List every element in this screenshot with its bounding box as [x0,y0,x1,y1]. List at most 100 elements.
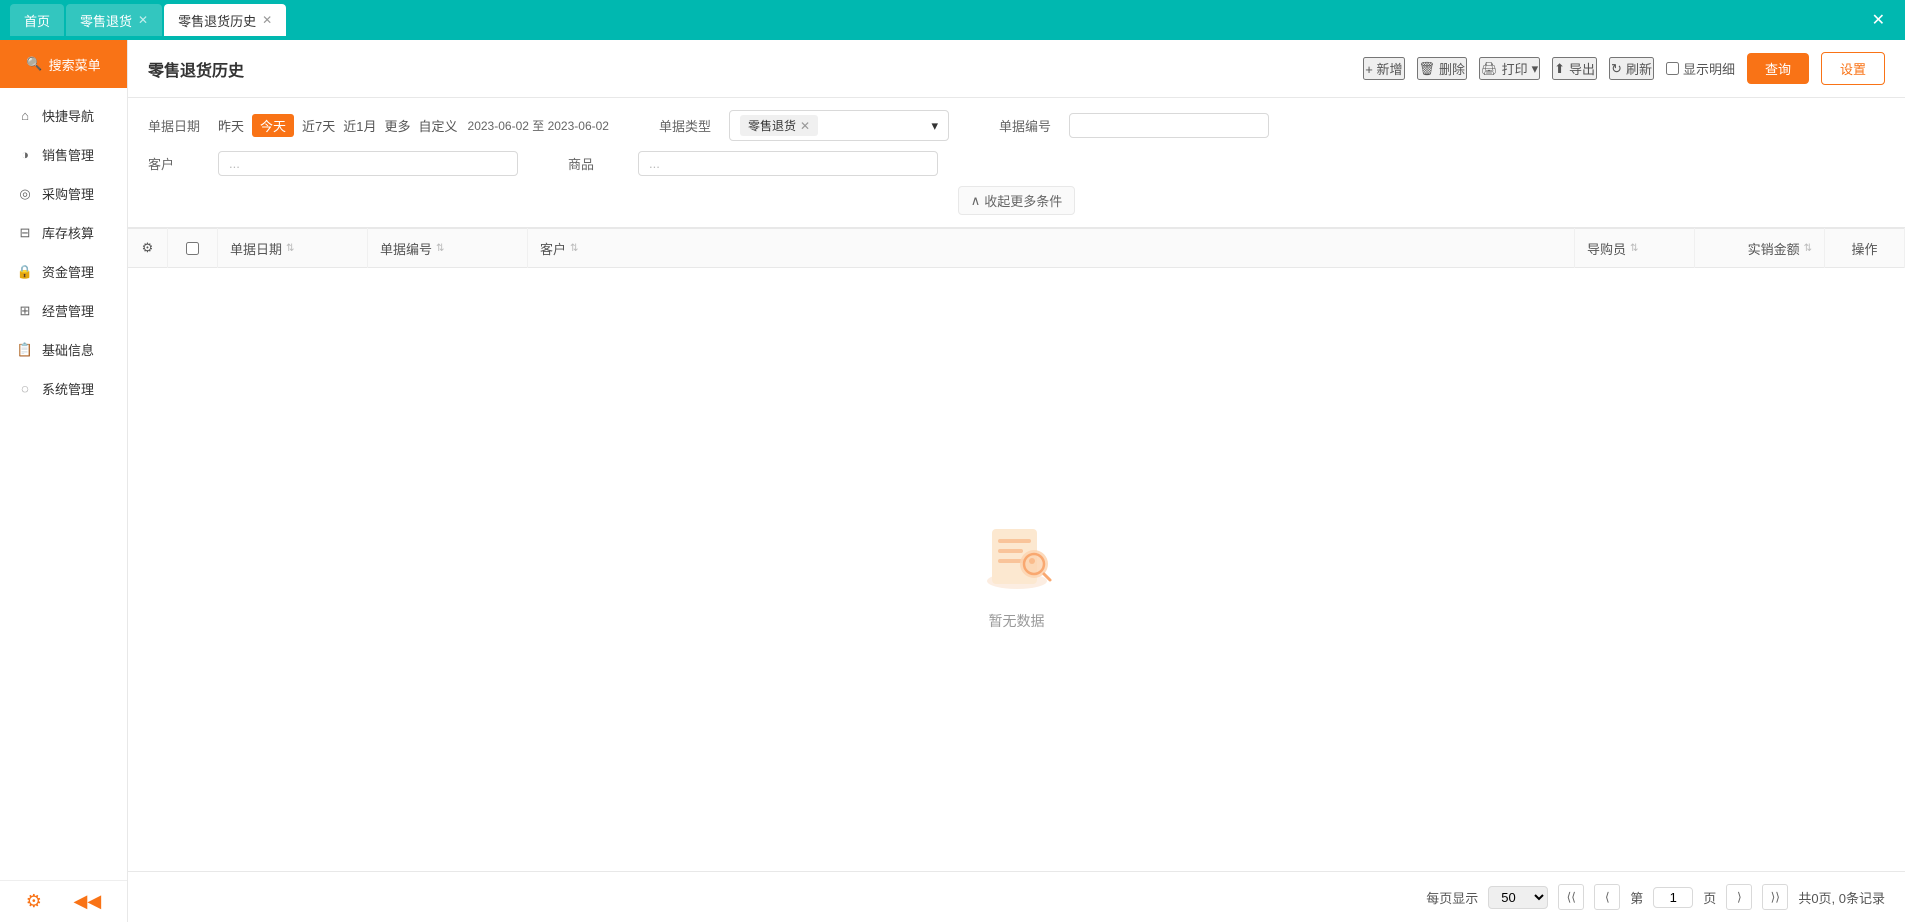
filter-collapse-row: ∧ 收起更多条件 [148,186,1885,215]
col-date[interactable]: 单据日期 ⇅ [218,228,368,268]
customer-label: 客户 [148,154,208,173]
export-icon: ⬆ [1554,61,1565,77]
empty-icon [972,509,1062,599]
col-amount[interactable]: 实销金额 ⇅ [1695,228,1825,268]
home-icon: ⌂ [16,107,34,125]
sidebar-item-quick-nav[interactable]: ⌂ 快捷导航 [0,96,127,135]
date-sort-icon: ⇅ [286,243,294,254]
tab-retail-return-history[interactable]: 零售退货历史 ✕ [164,4,286,36]
page-header: 零售退货历史 + 新增 🗑 删除 🖨 打印 ▾ ⬆ 导出 [128,40,1905,98]
next-page-button[interactable]: ⟩ [1726,884,1752,910]
audio-icon[interactable]: ◀◀ [74,891,102,912]
doc-number-label: 单据编号 [999,116,1059,135]
col-op: 操作 [1825,228,1905,268]
date-opt-today[interactable]: 今天 [252,114,294,137]
col-guide[interactable]: 导购员 ⇅ [1575,228,1695,268]
settings-button[interactable]: 设置 [1821,52,1885,85]
filter-row-1: 单据日期 昨天 今天 近7天 近1月 更多 自定义 2023-06-02 至 2… [148,110,1885,141]
main-layout: 🔍 搜索菜单 ⌂ 快捷导航 ◑ 销售管理 ◎ 采购管理 ⊟ 库存核算 🔒 资金 [0,40,1905,922]
sidebar-item-inventory[interactable]: ⊟ 库存核算 [0,213,127,252]
refresh-button[interactable]: ↻ 刷新 [1609,57,1654,80]
per-page-select[interactable]: 50 10 20 100 [1488,886,1548,909]
date-opt-custom[interactable]: 自定义 [419,116,458,135]
finance-icon: 🔒 [16,263,34,281]
sidebar-item-sales[interactable]: ◑ 销售管理 [0,135,127,174]
window-close-button[interactable]: ✕ [1862,10,1895,30]
tab-home[interactable]: 首页 [10,4,64,36]
page-label: 第 [1630,888,1643,907]
doc-number-input[interactable] [1069,113,1269,138]
sidebar-item-purchase[interactable]: ◎ 采购管理 [0,174,127,213]
sidebar-item-operations[interactable]: ⊞ 经营管理 [0,291,127,330]
tab-list: 首页 零售退货 ✕ 零售退货历史 ✕ [10,4,1862,36]
pagination: 每页显示 50 10 20 100 ⟨⟨ ⟨ 第 页 ⟩ ⟩⟩ 共0页, 0条记… [128,871,1905,922]
date-range-value: 2023-06-02 至 2023-06-02 [468,117,609,134]
number-sort-icon: ⇅ [436,243,444,254]
top-bar: 首页 零售退货 ✕ 零售退货历史 ✕ ✕ [0,0,1905,40]
goods-select[interactable]: ... [638,151,938,176]
sidebar: 🔍 搜索菜单 ⌂ 快捷导航 ◑ 销售管理 ◎ 采购管理 ⊟ 库存核算 🔒 资金 [0,40,128,922]
tab-retail-return-history-close[interactable]: ✕ [262,13,272,27]
col-number[interactable]: 单据编号 ⇅ [368,228,528,268]
purchase-icon: ◎ [16,185,34,203]
prev-page-button[interactable]: ⟨ [1594,884,1620,910]
show-detail-checkbox[interactable] [1666,62,1679,75]
col-customer[interactable]: 客户 ⇅ [528,228,1575,268]
table-header: ⚙ 单据日期 ⇅ 单据编号 ⇅ 客户 ⇅ 导购员 [128,228,1905,268]
select-all-checkbox[interactable] [186,242,199,255]
tab-retail-return-close[interactable]: ✕ [138,13,148,27]
empty-text: 暂无数据 [989,611,1045,631]
date-opt-more[interactable]: 更多 [385,116,411,135]
date-opt-7days[interactable]: 近7天 [302,116,335,135]
inventory-icon: ⊟ [16,224,34,242]
col-check[interactable] [168,228,218,268]
page-actions: + 新增 🗑 删除 🖨 打印 ▾ ⬆ 导出 ↻ 刷新 [1363,52,1885,85]
amount-sort-icon: ⇅ [1804,243,1812,254]
system-icon: ◌ [16,380,34,398]
content-area: 零售退货历史 + 新增 🗑 删除 🖨 打印 ▾ ⬆ 导出 [128,40,1905,922]
sales-icon: ◑ [16,146,34,164]
add-button[interactable]: + 新增 [1363,57,1404,80]
page-unit: 页 [1703,888,1716,907]
filter-area: 单据日期 昨天 今天 近7天 近1月 更多 自定义 2023-06-02 至 2… [128,98,1905,228]
table-area: ⚙ 单据日期 ⇅ 单据编号 ⇅ 客户 ⇅ 导购员 [128,228,1905,871]
date-options: 昨天 今天 近7天 近1月 更多 自定义 [218,114,458,137]
settings-col-icon: ⚙ [142,240,154,256]
sidebar-nav: ⌂ 快捷导航 ◑ 销售管理 ◎ 采购管理 ⊟ 库存核算 🔒 资金管理 ⊞ 经营管… [0,88,127,880]
per-page-label: 每页显示 [1426,888,1478,907]
export-button[interactable]: ⬆ 导出 [1552,57,1597,80]
last-page-button[interactable]: ⟩⟩ [1762,884,1788,910]
refresh-icon: ↻ [1611,61,1622,77]
sidebar-item-basic-info[interactable]: 📋 基础信息 [0,330,127,369]
date-filter-label: 单据日期 [148,116,208,135]
first-page-button[interactable]: ⟨⟨ [1558,884,1584,910]
type-tag-close[interactable]: ✕ [800,119,810,133]
query-button[interactable]: 查询 [1747,53,1809,84]
collapse-icon: ∧ [971,193,981,209]
print-icon: 🖨 [1481,61,1498,77]
show-detail-checkbox-group: 显示明细 [1666,59,1735,78]
sidebar-item-finance[interactable]: 🔒 资金管理 [0,252,127,291]
date-opt-1month[interactable]: 近1月 [343,116,376,135]
basic-info-icon: 📋 [16,341,34,359]
search-icon: 🔍 [26,56,42,72]
delete-icon: 🗑 [1419,61,1436,77]
print-button[interactable]: 🖨 打印 ▾ [1479,57,1540,80]
date-opt-yesterday[interactable]: 昨天 [218,116,244,135]
tab-retail-return[interactable]: 零售退货 ✕ [66,4,162,36]
type-tag: 零售退货 ✕ [740,115,818,136]
type-filter-select[interactable]: 零售退货 ✕ ▾ [729,110,949,141]
goods-label: 商品 [568,154,628,173]
sidebar-search[interactable]: 🔍 搜索菜单 [0,40,127,88]
settings-bottom-icon[interactable]: ⚙ [26,891,42,912]
empty-state: 暂无数据 [128,268,1905,871]
collapse-button[interactable]: ∧ 收起更多条件 [958,186,1076,215]
operations-icon: ⊞ [16,302,34,320]
page-title: 零售退货历史 [148,57,244,81]
col-settings[interactable]: ⚙ [128,228,168,268]
customer-sort-icon: ⇅ [570,243,578,254]
delete-button[interactable]: 🗑 删除 [1417,57,1468,80]
sidebar-item-system[interactable]: ◌ 系统管理 [0,369,127,408]
page-number-input[interactable] [1653,887,1693,908]
customer-select[interactable]: ... [218,151,518,176]
